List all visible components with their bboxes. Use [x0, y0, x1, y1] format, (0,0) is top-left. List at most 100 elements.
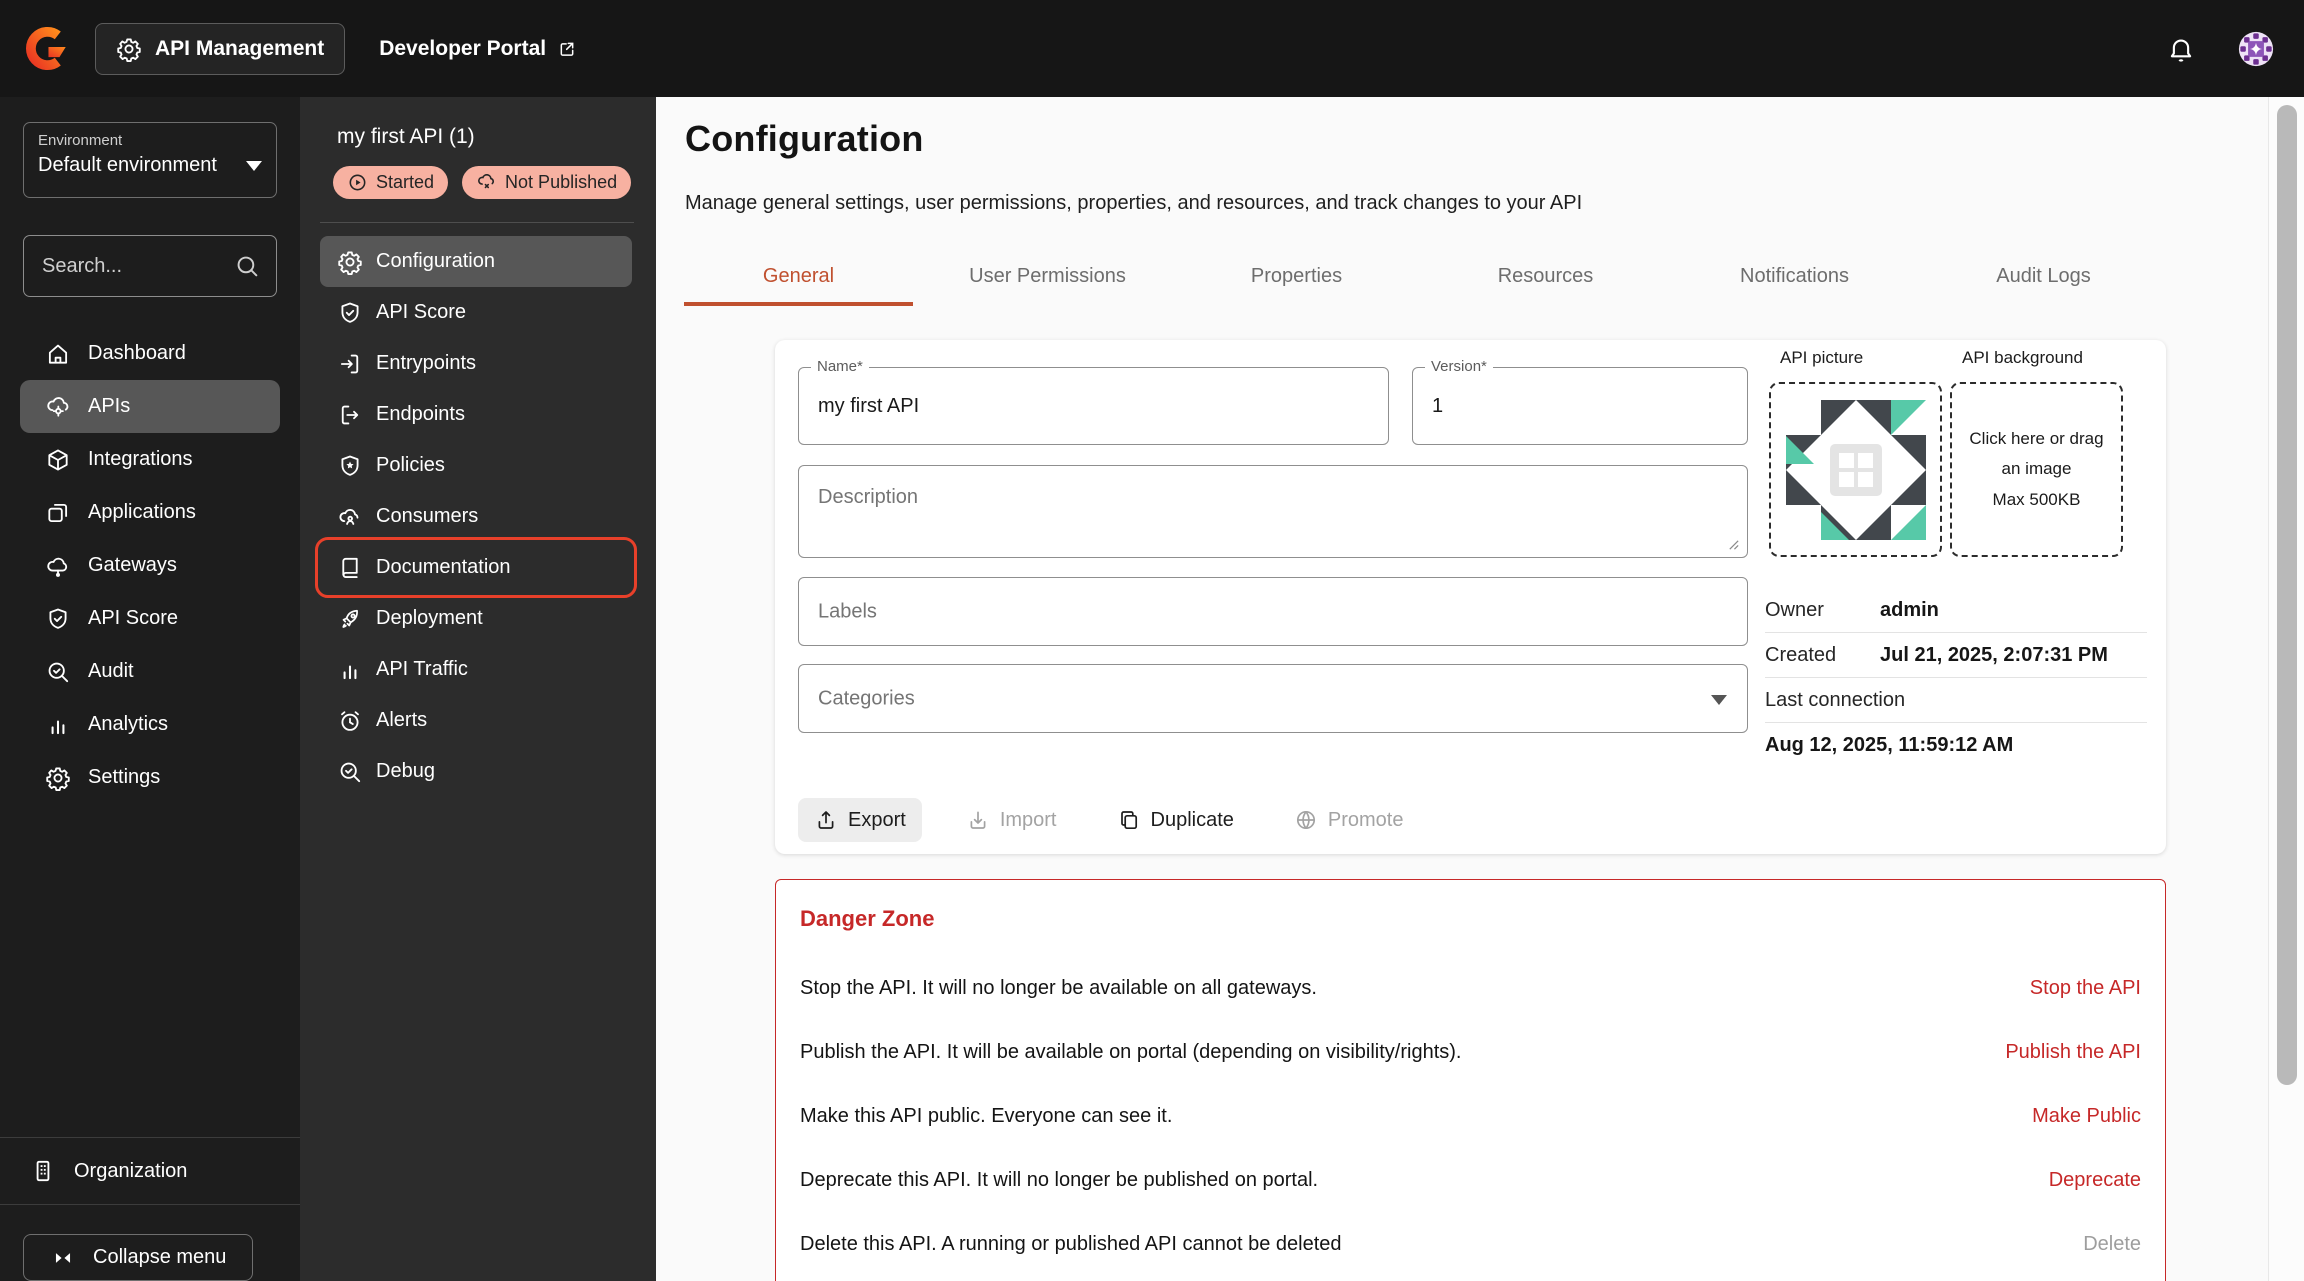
sidebar-item-label: Dashboard — [88, 342, 186, 364]
api-nav-menu: Configuration API Score Entrypoints Endp… — [300, 236, 656, 797]
api-background-dropzone[interactable]: Click here or drag an image Max 500KB — [1950, 382, 2123, 557]
danger-row-delete: Delete this API. A running or published … — [800, 1212, 2141, 1276]
sidebar-item-label: Integrations — [88, 448, 193, 470]
download-icon — [970, 811, 986, 829]
tab-bar: General User Permissions Properties Reso… — [684, 255, 2304, 306]
api-nav-item-api-traffic[interactable]: API Traffic — [320, 644, 632, 695]
api-nav-item-endpoints[interactable]: Endpoints — [320, 389, 632, 440]
arrow-into-box-icon — [340, 354, 359, 373]
export-button[interactable]: Export — [798, 798, 922, 842]
developer-portal-link[interactable]: Developer Portal — [379, 37, 577, 61]
api-nav-item-configuration[interactable]: Configuration — [320, 236, 632, 287]
user-avatar[interactable] — [2236, 29, 2276, 69]
deprecate-link[interactable]: Deprecate — [2049, 1169, 2141, 1192]
sidebar-item-label: Settings — [88, 766, 161, 788]
collapse-icon — [55, 1252, 71, 1263]
danger-row-text: Publish the API. It will be available on… — [800, 1040, 1462, 1063]
sidebar-item-api-score[interactable]: API Score — [20, 592, 280, 645]
general-settings-card: Name* Version* Description Labels Catego… — [775, 340, 2166, 854]
import-button[interactable]: Import — [950, 798, 1073, 842]
labels-field[interactable]: Labels — [798, 577, 1748, 646]
categories-select[interactable]: Categories — [798, 664, 1748, 733]
api-nav-item-api-score[interactable]: API Score — [320, 287, 632, 338]
shield-check-icon — [49, 608, 67, 629]
sidebar-item-gateways[interactable]: Gateways — [20, 539, 280, 592]
api-nav-item-label: Endpoints — [376, 403, 465, 425]
notifications-bell-icon[interactable] — [2166, 33, 2196, 65]
book-icon — [342, 557, 358, 578]
environment-selector[interactable]: Environment Default environment — [23, 122, 277, 198]
promote-label: Promote — [1327, 808, 1404, 831]
api-nav-item-entrypoints[interactable]: Entrypoints — [320, 338, 632, 389]
sidebar-item-label: Analytics — [88, 713, 169, 735]
tab-properties[interactable]: Properties — [1182, 255, 1411, 306]
owner-label: Owner — [1765, 598, 1824, 621]
page-subtitle: Manage general settings, user permission… — [685, 192, 1583, 214]
tab-general[interactable]: General — [684, 255, 913, 306]
tab-resources[interactable]: Resources — [1431, 255, 1660, 306]
danger-row-stop: Stop the API. It will no longer be avail… — [800, 956, 2141, 1020]
owner-row: Owner admin — [1765, 588, 2147, 633]
sidebar-item-applications[interactable]: Applications — [20, 486, 280, 539]
search-input[interactable] — [40, 253, 224, 279]
tab-user-permissions[interactable]: User Permissions — [933, 255, 1162, 306]
shield-star-icon — [341, 455, 359, 476]
promote-button[interactable]: Promote — [1278, 798, 1420, 842]
gear-icon — [117, 38, 141, 62]
api-nav-item-alerts[interactable]: Alerts — [320, 695, 632, 746]
duplicate-button[interactable]: Duplicate — [1101, 798, 1250, 842]
sidebar-bottom: Organization Collapse menu — [0, 1137, 300, 1281]
sidebar-item-settings[interactable]: Settings — [20, 751, 280, 804]
tab-notifications[interactable]: Notifications — [1680, 255, 1909, 306]
resize-handle-icon[interactable] — [1727, 538, 1740, 551]
status-badge-started: Started — [333, 166, 449, 199]
gravitee-logo-icon[interactable] — [24, 25, 71, 72]
api-nav-item-deployment[interactable]: Deployment — [320, 593, 632, 644]
sidebar-item-organization[interactable]: Organization — [0, 1138, 300, 1204]
sidebar-item-integrations[interactable]: Integrations — [20, 433, 280, 486]
sidebar-search[interactable] — [23, 235, 277, 297]
search-check-icon — [48, 662, 69, 682]
status-badge-label: Started — [376, 172, 435, 192]
copy-icon — [1120, 811, 1137, 830]
sidebar-item-audit[interactable]: Audit — [20, 645, 280, 698]
app-switcher-button[interactable]: API Management — [95, 22, 346, 75]
environment-label: Environment — [38, 132, 123, 149]
collapse-menu-button[interactable]: Collapse menu — [23, 1234, 254, 1281]
sidebar-item-analytics[interactable]: Analytics — [20, 698, 280, 751]
api-nav-item-label: Policies — [376, 454, 445, 476]
name-input[interactable] — [799, 368, 1388, 444]
api-nav-item-policies[interactable]: Policies — [320, 440, 632, 491]
last-connection-row: Last connection — [1765, 678, 2147, 723]
sidebar-item-apis[interactable]: APIs — [20, 380, 280, 433]
scrollbar-track[interactable] — [2268, 97, 2304, 1281]
last-connection-label: Last connection — [1765, 688, 1906, 711]
duplicate-label: Duplicate — [1150, 808, 1234, 831]
api-sidebar: my first API (1) Started Not Published C… — [300, 97, 656, 1281]
sidebar-item-dashboard[interactable]: Dashboard — [20, 327, 280, 380]
scrollbar-thumb[interactable] — [2277, 105, 2297, 1085]
export-label: Export — [848, 808, 906, 831]
api-metadata: Owner admin Created Jul 21, 2025, 2:07:3… — [1765, 588, 2147, 768]
last-connection-value: Aug 12, 2025, 11:59:12 AM — [1765, 734, 2014, 756]
delete-link[interactable]: Delete — [2083, 1233, 2141, 1256]
stop-api-link[interactable]: Stop the API — [2030, 977, 2141, 1000]
tab-audit-logs[interactable]: Audit Logs — [1929, 255, 2158, 306]
api-nav-item-label: API Score — [376, 301, 467, 323]
api-picture-dropzone[interactable] — [1769, 382, 1942, 557]
import-label: Import — [999, 808, 1057, 831]
version-input[interactable] — [1413, 368, 1747, 444]
publish-api-link[interactable]: Publish the API — [2005, 1041, 2141, 1064]
environment-value: Default environment — [38, 154, 217, 176]
api-nav-item-documentation[interactable]: Documentation — [315, 537, 637, 598]
dropzone-limit: Max 500KB — [1992, 489, 2081, 509]
windows-icon — [48, 503, 68, 522]
description-field[interactable]: Description — [798, 465, 1748, 558]
api-nav-item-debug[interactable]: Debug — [320, 746, 632, 797]
chevron-down-icon — [246, 160, 262, 171]
api-nav-item-consumers[interactable]: Consumers — [320, 491, 632, 542]
api-nav-item-label: Deployment — [376, 607, 483, 629]
danger-row-publish: Publish the API. It will be available on… — [800, 1020, 2141, 1084]
make-public-link[interactable]: Make Public — [2032, 1105, 2141, 1128]
home-icon — [48, 344, 68, 364]
